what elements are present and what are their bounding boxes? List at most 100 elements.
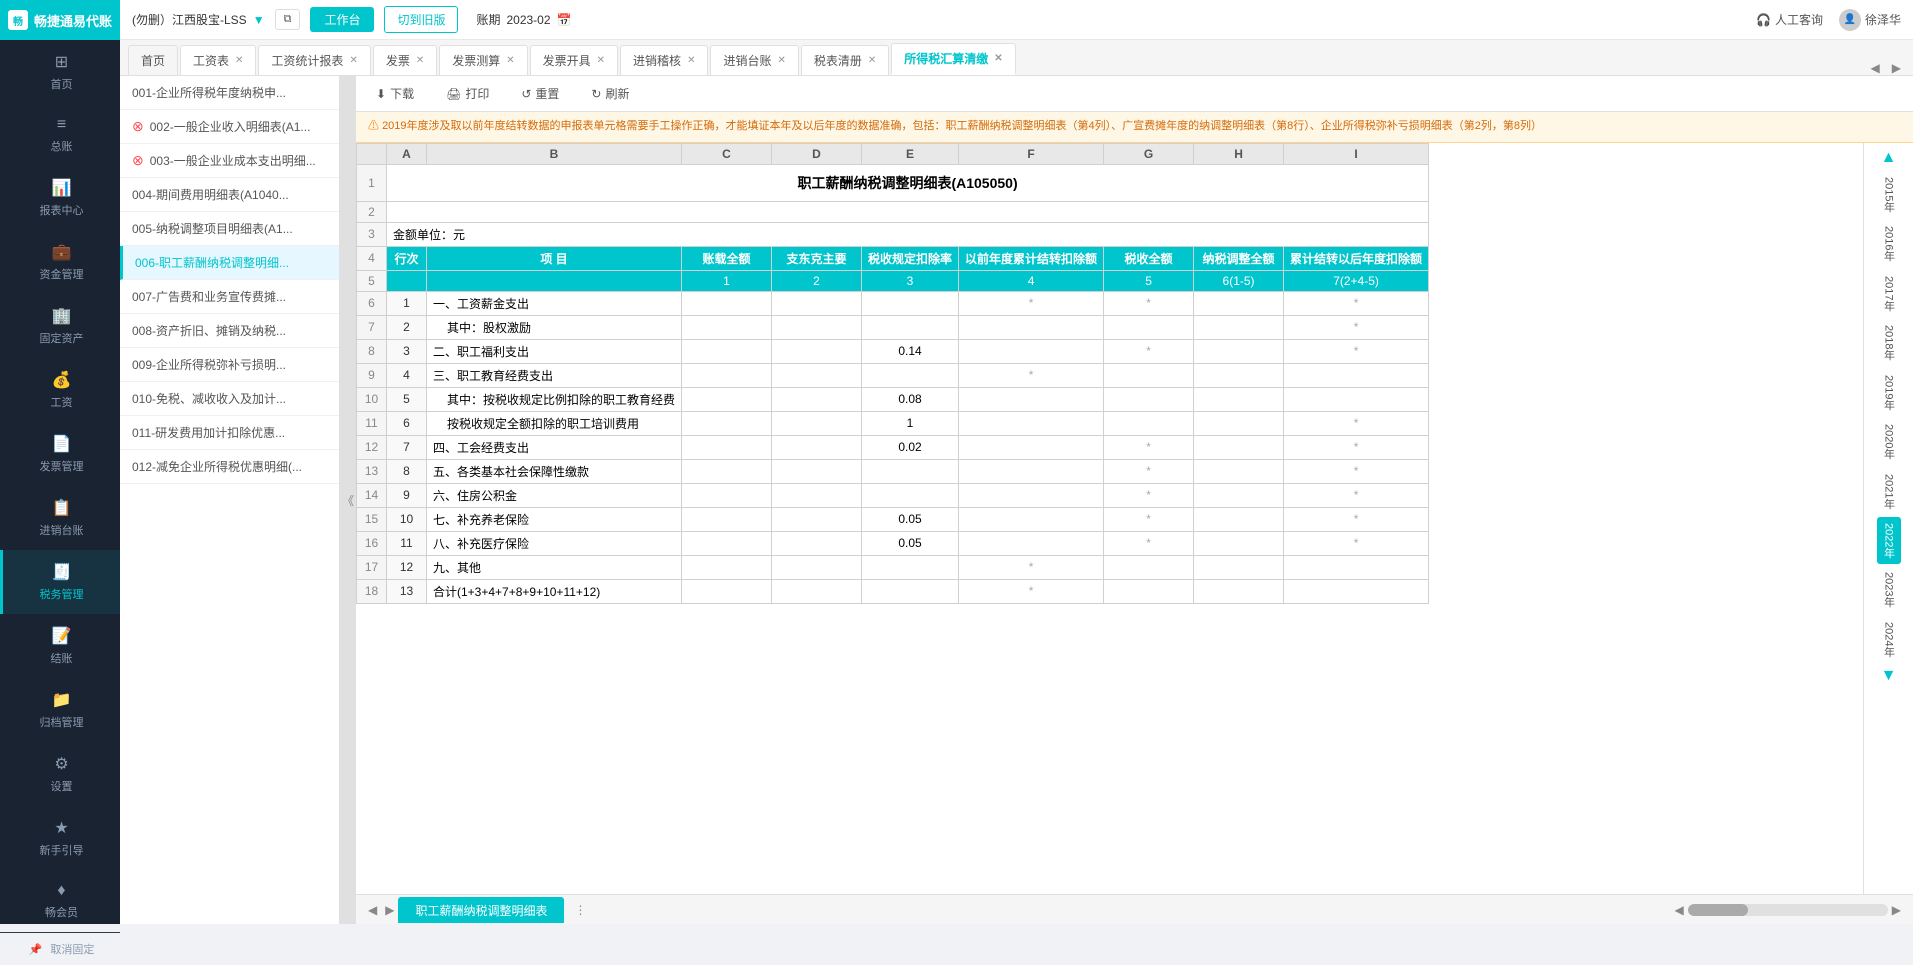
data-10-e[interactable]: 0.05 — [862, 507, 959, 531]
data-7-h[interactable] — [1194, 435, 1284, 459]
data-12-f[interactable]: * — [959, 555, 1104, 579]
data-9-d[interactable] — [772, 483, 862, 507]
tab-home[interactable]: 首页 — [128, 45, 178, 75]
data-6-h[interactable] — [1194, 411, 1284, 435]
data-1-i[interactable]: * — [1284, 291, 1429, 315]
data-5-e[interactable]: 0.08 — [862, 387, 959, 411]
data-11-e[interactable]: 0.05 — [862, 531, 959, 555]
form-list-item-005[interactable]: 005-纳税调整项目明细表(A1... — [120, 212, 339, 246]
data-13-f[interactable]: * — [959, 579, 1104, 603]
tab-payroll[interactable]: 工资表 ✕ — [180, 45, 256, 75]
data-13-e[interactable] — [862, 579, 959, 603]
data-12-e[interactable] — [862, 555, 959, 579]
tab-invoice-open[interactable]: 发票开具 ✕ — [530, 45, 618, 75]
data-10-i[interactable]: * — [1284, 507, 1429, 531]
year-2023[interactable]: 2023年 — [1877, 566, 1901, 613]
data-2-c[interactable] — [682, 315, 772, 339]
data-10-f[interactable] — [959, 507, 1104, 531]
sidebar-item-settlement[interactable]: 📝 结账 — [0, 614, 120, 678]
data-2-g[interactable] — [1104, 315, 1194, 339]
data-3-i[interactable]: * — [1284, 339, 1429, 363]
spreadsheet-content[interactable]: A B C D E F G H I — [356, 143, 1863, 894]
user-menu[interactable]: 👤 徐泽华 — [1839, 9, 1901, 31]
data-13-h[interactable] — [1194, 579, 1284, 603]
form-list-item-002[interactable]: ⊗ 002-一般企业收入明细表(A1... — [120, 110, 339, 144]
tab-purchase-ledger-close[interactable]: ✕ — [777, 55, 785, 66]
sidebar-item-report[interactable]: 📊 报表中心 — [0, 166, 120, 230]
data-8-g[interactable]: * — [1104, 459, 1194, 483]
data-2-h[interactable] — [1194, 315, 1284, 339]
data-10-h[interactable] — [1194, 507, 1284, 531]
data-13-g[interactable] — [1104, 579, 1194, 603]
data-3-d[interactable] — [772, 339, 862, 363]
data-10-d[interactable] — [772, 507, 862, 531]
cancel-fixed-button[interactable]: 📌 取消固定 — [0, 933, 120, 965]
sidebar-item-payroll[interactable]: 💰 工资 — [0, 358, 120, 422]
data-2-d[interactable] — [772, 315, 862, 339]
year-2024[interactable]: 2024年 — [1877, 616, 1901, 663]
tab-payroll-close[interactable]: ✕ — [235, 55, 243, 66]
form-list-item-003[interactable]: ⊗ 003-一般企业业成本支出明细... — [120, 144, 339, 178]
data-2-f[interactable] — [959, 315, 1104, 339]
data-12-d[interactable] — [772, 555, 862, 579]
year-2016[interactable]: 2016年 — [1877, 220, 1901, 267]
sheet-tab-prev[interactable]: ◀ — [364, 903, 381, 917]
data-8-i[interactable]: * — [1284, 459, 1429, 483]
tab-payroll-stat[interactable]: 工资统计报表 ✕ — [258, 45, 370, 75]
data-12-c[interactable] — [682, 555, 772, 579]
sidebar-item-invoice[interactable]: 📄 发票管理 — [0, 422, 120, 486]
form-list-item-012[interactable]: 012-减免企业所得税优惠明细(... — [120, 450, 339, 484]
year-2018[interactable]: 2018年 — [1877, 319, 1901, 366]
data-12-i[interactable] — [1284, 555, 1429, 579]
data-3-h[interactable] — [1194, 339, 1284, 363]
form-list-item-001[interactable]: 001-企业所得税年度纳税申... — [120, 76, 339, 110]
data-7-f[interactable] — [959, 435, 1104, 459]
data-4-g[interactable] — [1104, 363, 1194, 387]
tab-invoice-open-close[interactable]: ✕ — [597, 55, 605, 66]
data-4-d[interactable] — [772, 363, 862, 387]
form-list-item-007[interactable]: 007-广告费和业务宣传费摊... — [120, 280, 339, 314]
sheet-scroll-right[interactable]: ▶ — [1888, 903, 1905, 917]
data-2-e[interactable] — [862, 315, 959, 339]
tab-purchase-check-close[interactable]: ✕ — [687, 55, 695, 66]
data-1-d[interactable] — [772, 291, 862, 315]
period-selector[interactable]: 账期 2023-02 📅 — [476, 11, 571, 28]
form-list-item-006[interactable]: 006-职工薪酬纳税调整明细... — [120, 246, 339, 280]
reset-button[interactable]: ↺ 重置 — [513, 81, 567, 106]
year-2017[interactable]: 2017年 — [1877, 270, 1901, 317]
copy-button[interactable]: ⧉ — [275, 9, 301, 30]
tab-prev-icon[interactable]: ◀ — [1867, 61, 1884, 75]
tab-income-tax-close[interactable]: ✕ — [994, 53, 1002, 64]
data-1-c[interactable] — [682, 291, 772, 315]
year-nav-up[interactable]: ▲ — [1879, 147, 1899, 169]
data-8-d[interactable] — [772, 459, 862, 483]
data-11-c[interactable] — [682, 531, 772, 555]
data-6-i[interactable]: * — [1284, 411, 1429, 435]
data-8-h[interactable] — [1194, 459, 1284, 483]
data-6-c[interactable] — [682, 411, 772, 435]
download-button[interactable]: ⬇ 下载 — [368, 81, 422, 106]
tab-next-icon[interactable]: ▶ — [1888, 61, 1905, 75]
data-6-d[interactable] — [772, 411, 862, 435]
data-9-h[interactable] — [1194, 483, 1284, 507]
sheet-tab-main[interactable]: 职工薪酬纳税调整明细表 — [398, 897, 564, 923]
form-list-item-008[interactable]: 008-资产折旧、摊销及纳税... — [120, 314, 339, 348]
data-10-c[interactable] — [682, 507, 772, 531]
data-9-f[interactable] — [959, 483, 1104, 507]
sidebar-item-assets[interactable]: 💼 资金管理 — [0, 230, 120, 294]
data-6-f[interactable] — [959, 411, 1104, 435]
sidebar-item-fixed-assets[interactable]: 🏢 固定资产 — [0, 294, 120, 358]
tab-invoice-calc-close[interactable]: ✕ — [506, 55, 514, 66]
data-5-c[interactable] — [682, 387, 772, 411]
print-button[interactable]: 🖨 打印 — [438, 81, 497, 106]
tab-payroll-stat-close[interactable]: ✕ — [349, 55, 357, 66]
tab-invoice[interactable]: 发票 ✕ — [373, 45, 437, 75]
sheet-scrollbar-thumb[interactable] — [1688, 904, 1748, 916]
data-10-g[interactable]: * — [1104, 507, 1194, 531]
year-2019[interactable]: 2019年 — [1877, 369, 1901, 416]
form-list-item-004[interactable]: 004-期间费用明细表(A1040... — [120, 178, 339, 212]
collapse-panel-button[interactable]: 《 — [340, 76, 356, 924]
data-5-g[interactable] — [1104, 387, 1194, 411]
data-5-i[interactable] — [1284, 387, 1429, 411]
data-7-i[interactable]: * — [1284, 435, 1429, 459]
